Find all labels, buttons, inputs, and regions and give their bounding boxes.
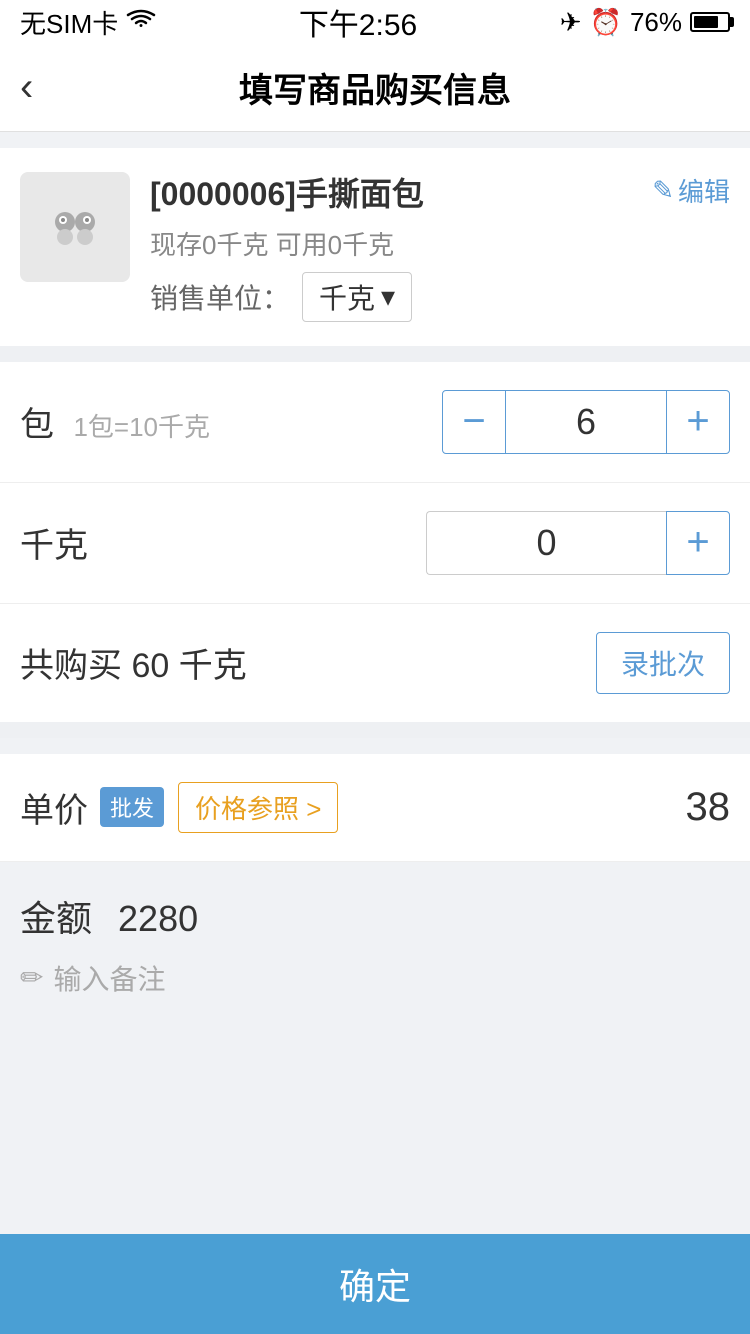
chevron-down-icon: ▾: [381, 280, 395, 313]
note-row[interactable]: ✏ 输入备注: [20, 958, 730, 998]
carrier-label: 无SIM卡: [20, 4, 118, 41]
unit-select[interactable]: 千克 ▾: [302, 272, 412, 322]
back-button[interactable]: ‹: [20, 65, 33, 110]
qianke-value: 0: [426, 511, 666, 575]
bao-input[interactable]: [506, 390, 666, 454]
edit-icon: ✎: [652, 175, 674, 206]
qianke-plus-button[interactable]: +: [666, 511, 730, 575]
unit-label: 销售单位：: [150, 277, 290, 317]
status-time: 下午2:56: [299, 0, 417, 44]
bao-stepper: − +: [442, 390, 730, 454]
status-bar: 无SIM卡 下午2:56 ✈ ⏰ 76%: [0, 0, 750, 44]
summary-text: 共购买 60 千克: [20, 638, 247, 687]
amount-label: 金额: [20, 898, 92, 939]
confirm-label: 确定: [339, 1258, 411, 1310]
summary-row: 共购买 60 千克 录批次: [0, 604, 750, 722]
product-name: [0000006]手撕面包: [150, 172, 730, 217]
location-icon: ✈: [560, 7, 582, 38]
divider-1: [0, 346, 750, 362]
price-row: 单价 批发 价格参照 > 38: [0, 754, 750, 862]
bao-label: 包 1包=10千克: [20, 397, 442, 446]
bao-input-row: 包 1包=10千克 − +: [0, 362, 750, 483]
product-info: [0000006]手撕面包 现存0千克 可用0千克 销售单位： 千克 ▾: [150, 172, 730, 322]
price-value: 38: [686, 785, 731, 830]
product-stock: 现存0千克 可用0千克: [150, 225, 730, 262]
edit-button[interactable]: ✎ 编辑: [652, 172, 730, 209]
bao-minus-button[interactable]: −: [442, 390, 506, 454]
qianke-stepper: 0 +: [426, 511, 730, 575]
bao-plus-button[interactable]: +: [666, 390, 730, 454]
batch-button[interactable]: 录批次: [596, 632, 730, 694]
qianke-label: 千克: [20, 518, 426, 567]
amount-section: 金额 2280 ✏ 输入备注: [0, 862, 750, 1008]
price-label: 单价: [20, 783, 88, 832]
pencil-icon: ✏: [20, 961, 43, 994]
amount-row: 金额 2280: [20, 890, 730, 942]
bao-hint: 1包=10千克: [73, 412, 210, 442]
note-placeholder: 输入备注: [53, 958, 165, 998]
qianke-input-row: 千克 0 +: [0, 483, 750, 604]
wifi-icon: [126, 7, 156, 38]
nav-bar: ‹ 填写商品购买信息: [0, 44, 750, 132]
alarm-icon: ⏰: [590, 7, 622, 38]
battery-percent: 76%: [630, 7, 682, 38]
battery-icon: [690, 12, 730, 32]
status-bar-right: ✈ ⏰ 76%: [560, 7, 730, 38]
amount-value: 2280: [118, 898, 198, 939]
price-tag: 批发: [100, 787, 164, 827]
page-title: 填写商品购买信息: [239, 63, 511, 112]
product-image: [20, 172, 130, 282]
divider-2: [0, 722, 750, 738]
input-section: 包 1包=10千克 − + 千克 0 +: [0, 362, 750, 604]
status-bar-left: 无SIM卡: [20, 4, 156, 41]
product-unit-row: 销售单位： 千克 ▾: [150, 272, 730, 322]
confirm-button[interactable]: 确定: [0, 1234, 750, 1334]
price-section: 单价 批发 价格参照 > 38: [0, 754, 750, 862]
product-card: [0000006]手撕面包 现存0千克 可用0千克 销售单位： 千克 ▾ ✎ 编…: [0, 148, 750, 346]
price-ref-button[interactable]: 价格参照 >: [178, 782, 338, 833]
